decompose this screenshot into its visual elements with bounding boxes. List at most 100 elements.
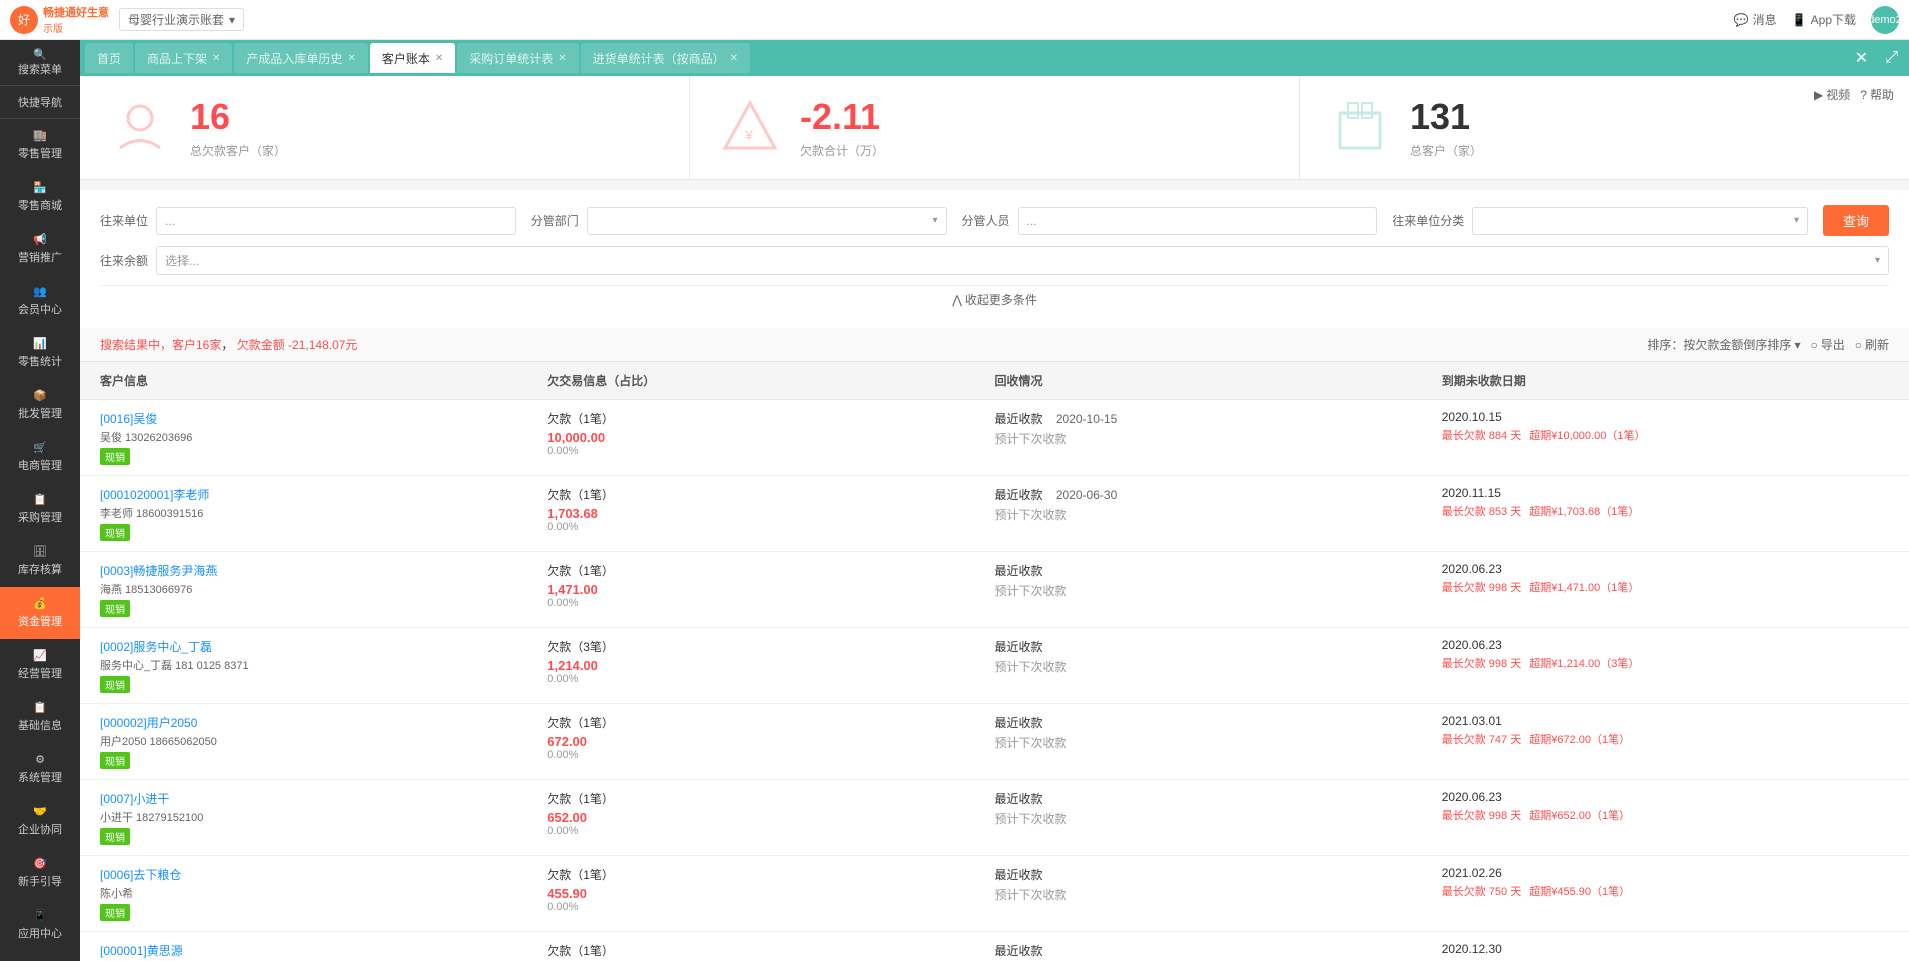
total-customers-icon xyxy=(1330,98,1390,158)
result-summary: 搜索结果中，客户16家， 欠款金额 -21,148.07元 xyxy=(100,336,357,353)
dept-select[interactable]: ▾ xyxy=(587,207,947,235)
filter-area: 往来单位 ... 分管部门 ▾ 分管人员 xyxy=(80,190,1909,328)
debt-cell-3: 欠款（3笔） 1,214.00 0.00% xyxy=(547,638,994,685)
tab-purchase-stats[interactable]: 采购订单统计表 ✕ xyxy=(457,43,578,73)
customer-name-3[interactable]: [0002]服务中心_丁磊 xyxy=(100,640,212,654)
sidebar-item-batch-mgmt[interactable]: 📦 批发管理 xyxy=(0,379,80,431)
tab-close-import-stats[interactable]: ✕ xyxy=(730,53,738,64)
sidebar-item-operation[interactable]: 📈 经营管理 xyxy=(0,639,80,691)
app-download-button[interactable]: 📱 App下载 xyxy=(1792,11,1856,28)
sidebar-item-newbie[interactable]: 🎯 新手引导 xyxy=(0,847,80,899)
tab-home[interactable]: 首页 xyxy=(85,43,133,73)
filter-row-2: 往来余额 选择... ▾ xyxy=(100,246,1889,275)
tab-collapse-btn[interactable]: ✕ xyxy=(1849,46,1874,70)
overdue-link-1[interactable]: 超期¥1,703.68（1笔） xyxy=(1529,506,1639,518)
tab-expand-btn[interactable]: ⤢ xyxy=(1879,47,1904,69)
sidebar-item-inventory[interactable]: 🗄 库存核算 xyxy=(0,535,80,587)
avatar: demo2 xyxy=(1871,6,1899,34)
due-date-3: 2020.06.23 xyxy=(1442,638,1889,652)
top-bar-right: 💬 消息 📱 App下载 demo2 xyxy=(1734,6,1899,34)
sidebar-item-retail-store[interactable]: 🏪 零售商城 xyxy=(0,171,80,223)
table-row: [0006]去下粮仓 陈小希 现销 欠款（1笔） 455.90 0.00% 最近… xyxy=(80,856,1909,932)
sort-label: 排序：按欠款金额倒序排序 ▾ xyxy=(1647,336,1800,353)
retail-icon: 🏬 xyxy=(33,129,47,142)
next-collect-2: 预计下次收款 xyxy=(995,582,1442,599)
last-collect-label-7: 最近收款 xyxy=(995,944,1043,958)
overdue-link-2[interactable]: 超期¥1,471.00（1笔） xyxy=(1529,582,1639,594)
tab-product-offline[interactable]: 商品上下架 ✕ xyxy=(135,43,232,73)
tab-product-history[interactable]: 产成品入库单历史 ✕ xyxy=(234,43,367,73)
unit-category-select[interactable]: ▾ xyxy=(1472,207,1808,235)
unit-balance-select[interactable]: 选择... ▾ xyxy=(156,246,1889,275)
sidebar-item-retail-stats[interactable]: 📊 零售统计 xyxy=(0,327,80,379)
sidebar-item-finance[interactable]: 💰 资金管理 xyxy=(0,587,80,639)
person-input[interactable]: ... xyxy=(1018,207,1378,235)
tab-close-product-history[interactable]: ✕ xyxy=(347,53,355,64)
sidebar-search[interactable]: 🔍 搜索菜单 xyxy=(0,40,80,86)
store-selector[interactable]: 母婴行业演示账套 ▾ xyxy=(119,8,244,31)
tab-customer-account[interactable]: 客户账本 ✕ xyxy=(370,43,455,73)
sidebar-item-retail-mgmt[interactable]: 🏬 零售管理 xyxy=(0,119,80,171)
debt-amount-3: 1,214.00 xyxy=(547,658,994,673)
overdue-link-0[interactable]: 超期¥10,000.00（1笔） xyxy=(1529,430,1645,442)
help-icon: ? xyxy=(1860,88,1867,102)
customer-name-5[interactable]: [0007]小进干 xyxy=(100,792,169,806)
export-button[interactable]: ○ 导出 xyxy=(1810,336,1844,353)
tab-close-product-offline[interactable]: ✕ xyxy=(212,53,220,64)
from-unit-input[interactable]: ... xyxy=(156,207,516,235)
refresh-button[interactable]: ○ 刷新 xyxy=(1855,336,1889,353)
customer-name-1[interactable]: [0001020001]李老师 xyxy=(100,488,209,502)
debt-cell-4: 欠款（1笔） 672.00 0.00% xyxy=(547,714,994,761)
total-customers-number: 131 xyxy=(1410,96,1482,138)
sidebar-item-wechat[interactable]: 💬 企业微信 xyxy=(0,951,80,961)
overdue-days-1: 最长欠款 853 天 xyxy=(1442,506,1521,518)
last-collect-label-0: 最近收款 xyxy=(995,412,1043,426)
overdue-link-3[interactable]: 超期¥1,214.00（3笔） xyxy=(1529,658,1639,670)
result-actions: 排序：按欠款金额倒序排序 ▾ ○ 导出 ○ 刷新 xyxy=(1647,336,1889,353)
customer-name-0[interactable]: [0016]吴俊 xyxy=(100,412,157,426)
search-button[interactable]: 查询 xyxy=(1823,205,1889,236)
debt-cell-7: 欠款（1笔） 429.00 0.00% xyxy=(547,942,994,961)
tab-close-purchase-stats[interactable]: ✕ xyxy=(558,53,566,64)
sidebar-item-system[interactable]: ⚙ 系统管理 xyxy=(0,743,80,795)
sidebar-item-purchase[interactable]: 📋 采购管理 xyxy=(0,483,80,535)
debt-percent-6: 0.00% xyxy=(547,901,994,913)
debt-amount-label: 欠款合计（万） xyxy=(800,142,884,159)
table-row: [000001]黄思源 黄思源 13552700226 现销 欠款（1笔） 42… xyxy=(80,932,1909,961)
customer-name-6[interactable]: [0006]去下粮仓 xyxy=(100,868,181,882)
overdue-link-6[interactable]: 超期¥455.90（1笔） xyxy=(1529,886,1630,898)
sidebar-item-basic[interactable]: 📋 基础信息 xyxy=(0,691,80,743)
debt-count-5: 欠款（1笔） xyxy=(547,790,994,807)
sidebar-quick-nav[interactable]: 快捷导航 xyxy=(0,86,80,119)
video-button[interactable]: ▶ 视频 xyxy=(1814,86,1850,103)
sidebar-item-ecommerce[interactable]: 🛒 电商管理 xyxy=(0,431,80,483)
stat-card-debt-amount: ¥ -2.11 欠款合计（万） xyxy=(690,76,1300,179)
sidebar-item-member[interactable]: 👥 会员中心 xyxy=(0,275,80,327)
tab-import-stats[interactable]: 进货单统计表（按商品） ✕ xyxy=(581,43,750,73)
overdue-link-5[interactable]: 超期¥652.00（1笔） xyxy=(1529,810,1630,822)
collection-cell-4: 最近收款 预计下次收款 xyxy=(995,714,1442,751)
logo-text: 畅捷通好生意 示版 xyxy=(43,4,109,35)
customer-name-7[interactable]: [000001]黄思源 xyxy=(100,944,183,958)
main-layout: 🔍 搜索菜单 快捷导航 🏬 零售管理 🏪 零售商城 📢 营销推广 👥 会员中心 … xyxy=(0,40,1909,961)
customer-name-2[interactable]: [0003]畅捷服务尹海燕 xyxy=(100,564,217,578)
user-menu[interactable]: demo2 xyxy=(1871,6,1899,34)
sidebar: 🔍 搜索菜单 快捷导航 🏬 零售管理 🏪 零售商城 📢 营销推广 👥 会员中心 … xyxy=(0,40,80,961)
tab-close-customer-account[interactable]: ✕ xyxy=(435,53,443,64)
next-collect-1: 预计下次收款 xyxy=(995,506,1442,523)
overdue-link-4[interactable]: 超期¥672.00（1笔） xyxy=(1529,734,1630,746)
message-button[interactable]: 💬 消息 xyxy=(1734,11,1777,28)
content-area: 首页 商品上下架 ✕ 产成品入库单历史 ✕ 客户账本 ✕ 采购订单统计表 ✕ xyxy=(80,40,1909,961)
sidebar-item-enterprise[interactable]: 🤝 企业协同 xyxy=(0,795,80,847)
customer-cell-4: [000002]用户2050 用户2050 18665062050 现销 xyxy=(100,714,547,769)
chevron-down-icon-3: ▾ xyxy=(1875,255,1880,266)
customer-name-4[interactable]: [000002]用户2050 xyxy=(100,716,197,730)
collapse-button[interactable]: ⋀ 收起更多条件 xyxy=(952,291,1037,308)
sidebar-item-marketing[interactable]: 📢 营销推广 xyxy=(0,223,80,275)
col-header-due: 到期未收款日期 xyxy=(1442,372,1889,389)
mobile-icon: 📱 xyxy=(1792,13,1807,27)
sidebar-item-app-center[interactable]: 📱 应用中心 xyxy=(0,899,80,951)
help-button[interactable]: ? 帮助 xyxy=(1860,86,1894,103)
due-cell-0: 2020.10.15 最长欠款 884 天 超期¥10,000.00（1笔） xyxy=(1442,410,1889,443)
table-row: [0007]小进干 小进干 18279152100 现销 欠款（1笔） 652.… xyxy=(80,780,1909,856)
